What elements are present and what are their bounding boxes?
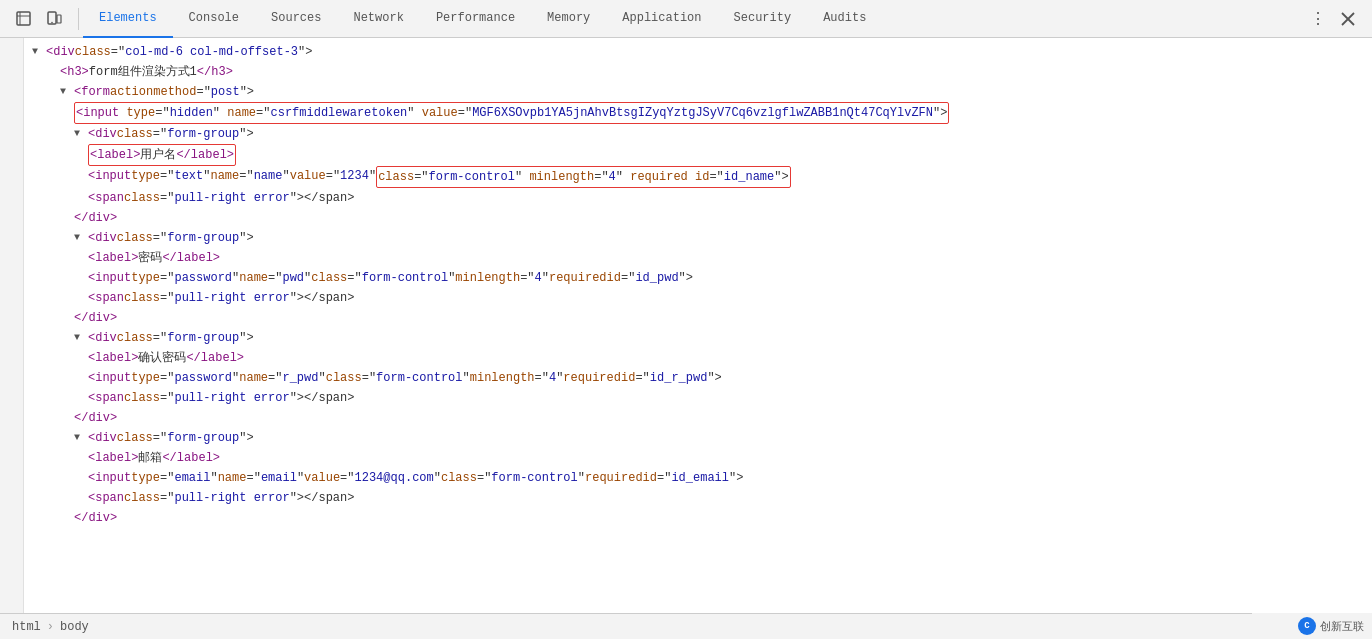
code-line: <h3>form组件渲染方式1</h3> <box>32 62 1372 82</box>
svg-rect-4 <box>57 15 61 23</box>
code-line: </div> <box>32 308 1372 328</box>
highlight-box-class-attr: class="form-control" minlength="4" requi… <box>376 166 791 188</box>
close-devtools-icon[interactable] <box>1336 7 1360 31</box>
inspect-icon[interactable] <box>12 7 36 31</box>
toolbar-icons <box>4 7 74 31</box>
code-line: <span class="pull-right error"></span> <box>32 188 1372 208</box>
devtools-toolbar: Elements Console Sources Network Perform… <box>0 0 1372 38</box>
tab-list: Elements Console Sources Network Perform… <box>83 0 1298 38</box>
expand-arrow[interactable] <box>32 42 46 62</box>
tab-network[interactable]: Network <box>337 0 419 38</box>
code-line: <input type="email" name="email" value="… <box>32 468 1372 488</box>
code-line: <input type="password" name="pwd" class=… <box>32 268 1372 288</box>
expand-arrow[interactable] <box>60 82 74 102</box>
more-options-icon[interactable]: ⋮ <box>1306 7 1330 31</box>
tab-memory[interactable]: Memory <box>531 0 606 38</box>
code-line: <div class="form-group"> <box>32 328 1372 348</box>
code-line: <label>密码</label> <box>32 248 1372 268</box>
svg-rect-0 <box>17 12 30 25</box>
code-line: <input type="password" name="r_pwd" clas… <box>32 368 1372 388</box>
code-line: </div> <box>32 208 1372 228</box>
expand-arrow[interactable] <box>74 228 88 248</box>
code-line: </div> <box>32 508 1372 528</box>
elements-code-panel[interactable]: <div class="col-md-6 col-md-offset-3"> <… <box>24 38 1372 613</box>
device-icon[interactable] <box>42 7 66 31</box>
code-line: </div> <box>32 408 1372 428</box>
main-content: <div class="col-md-6 col-md-offset-3"> <… <box>0 38 1372 613</box>
breadcrumb-html[interactable]: html <box>8 618 45 636</box>
tab-performance[interactable]: Performance <box>420 0 531 38</box>
tab-elements[interactable]: Elements <box>83 0 173 38</box>
tab-console[interactable]: Console <box>173 0 255 38</box>
toolbar-divider <box>78 8 79 30</box>
code-line: <div class="form-group"> <box>32 428 1372 448</box>
breadcrumb-bar: html › body C 创新互联 <box>0 613 1372 639</box>
code-line-input-text: <input type="text" name="name" value="12… <box>32 166 1372 188</box>
code-line: <label>邮箱</label> <box>32 448 1372 468</box>
code-line: <div class="form-group"> <box>32 124 1372 144</box>
tab-application[interactable]: Application <box>606 0 717 38</box>
expand-arrow[interactable] <box>74 328 88 348</box>
logo-area: C 创新互联 <box>1252 613 1372 639</box>
code-line: <form action method="post"> <box>32 82 1372 102</box>
highlight-box-input-hidden: <input type="hidden" name="csrfmiddlewar… <box>74 102 949 124</box>
tab-security[interactable]: Security <box>718 0 808 38</box>
code-line: <span class="pull-right error"></span> <box>32 388 1372 408</box>
code-line-highlighted: <input type="hidden" name="csrfmiddlewar… <box>32 102 1372 124</box>
breadcrumb-body[interactable]: body <box>56 618 93 636</box>
tab-sources[interactable]: Sources <box>255 0 337 38</box>
code-line: <div class="form-group"> <box>32 228 1372 248</box>
toolbar-right-icons: ⋮ <box>1298 7 1368 31</box>
logo-icon: C <box>1298 617 1316 635</box>
left-gutter <box>0 38 24 613</box>
code-line: <label>确认密码</label> <box>32 348 1372 368</box>
expand-arrow[interactable] <box>74 124 88 144</box>
code-line: <span class="pull-right error"></span> <box>32 488 1372 508</box>
code-line: <div class="col-md-6 col-md-offset-3"> <box>32 42 1372 62</box>
expand-arrow[interactable] <box>74 428 88 448</box>
code-line-label-highlighted: <label>用户名</label> <box>32 144 1372 166</box>
svg-point-5 <box>51 21 53 23</box>
code-line: <span class="pull-right error"></span> <box>32 288 1372 308</box>
highlight-box-label: <label>用户名</label> <box>88 144 236 166</box>
tab-audits[interactable]: Audits <box>807 0 882 38</box>
